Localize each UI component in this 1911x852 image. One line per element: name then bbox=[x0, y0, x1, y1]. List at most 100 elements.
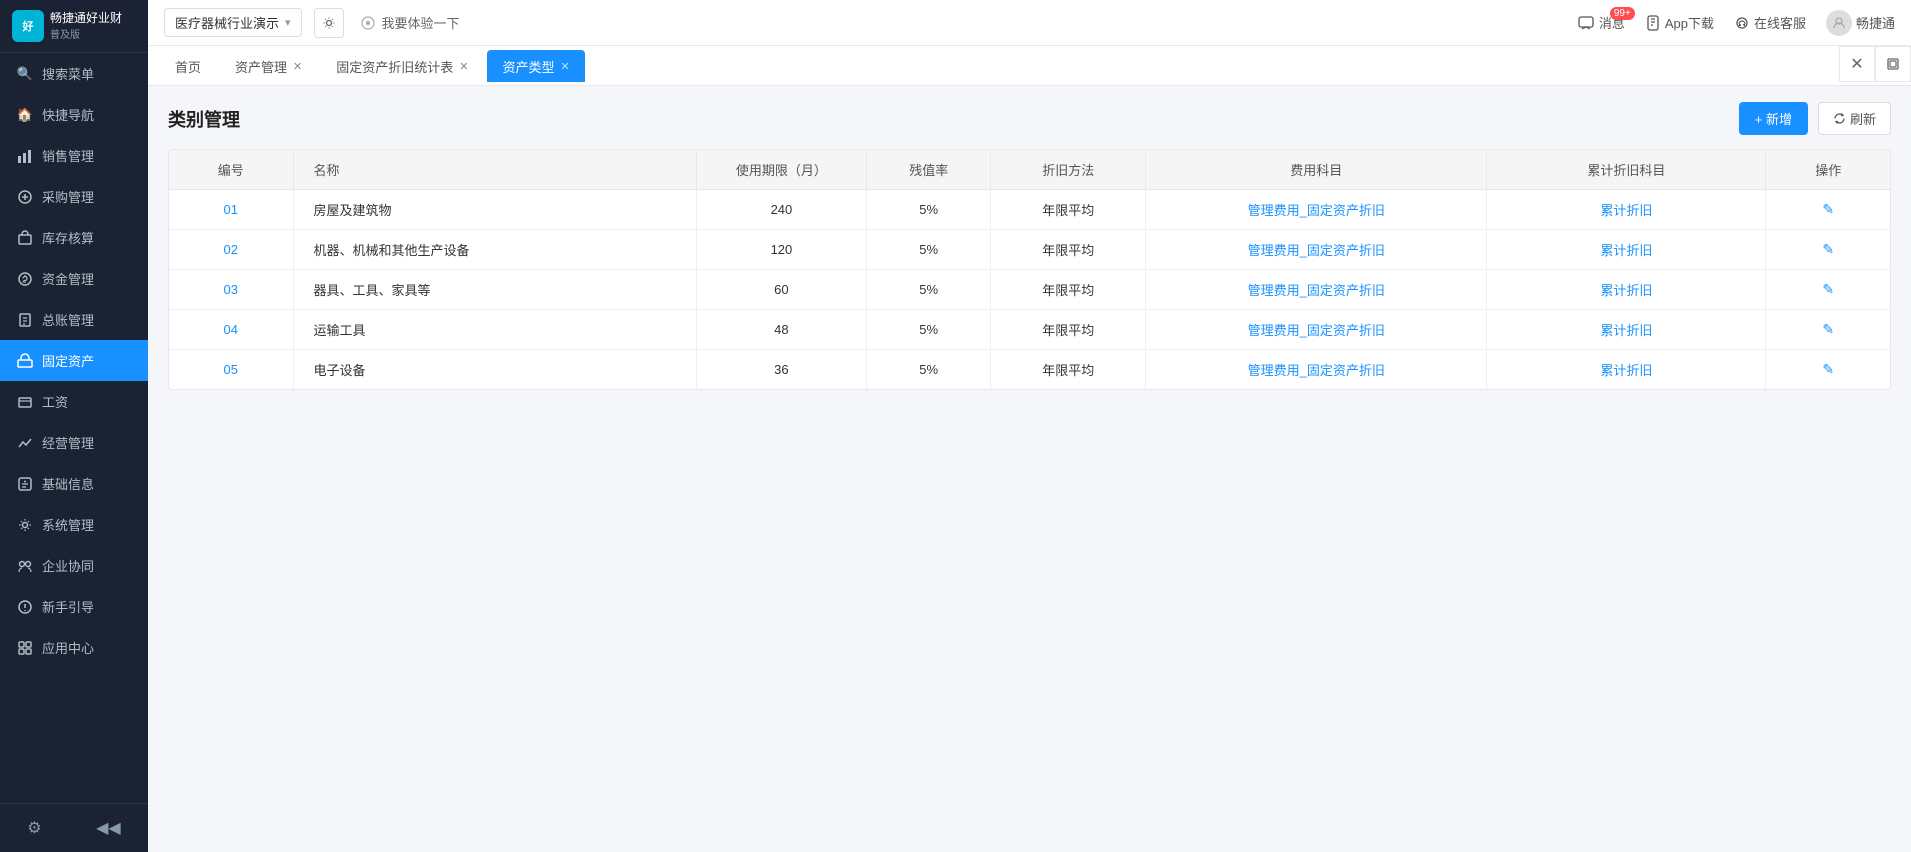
header-actions: + 新增 刷新 bbox=[1739, 102, 1891, 135]
user-btn[interactable]: 畅捷通 bbox=[1826, 10, 1895, 36]
payroll-icon bbox=[16, 393, 34, 411]
basic-info-icon bbox=[16, 475, 34, 493]
cell-duration: 120 bbox=[696, 230, 867, 270]
sidebar-item-label: 销售管理 bbox=[42, 146, 94, 165]
maximize-window-btn[interactable] bbox=[1875, 46, 1911, 82]
cell-code: 03 bbox=[169, 270, 293, 310]
cell-expense: 管理费用_固定资产折旧 bbox=[1146, 310, 1487, 350]
messages-btn[interactable]: 消息 99+ bbox=[1577, 13, 1625, 32]
sidebar-item-label: 总账管理 bbox=[42, 310, 94, 329]
cell-residual: 5% bbox=[867, 310, 991, 350]
tab-asset-type[interactable]: 资产类型 ✕ bbox=[487, 50, 584, 82]
tab-asset-mgmt[interactable]: 资产管理 ✕ bbox=[220, 50, 317, 82]
sidebar-item-guide[interactable]: 新手引导 bbox=[0, 586, 148, 627]
sidebar-item-label: 搜索菜单 bbox=[42, 64, 94, 83]
sidebar-item-ops[interactable]: 经营管理 bbox=[0, 422, 148, 463]
cell-action: ✎ bbox=[1766, 350, 1890, 390]
experience-btn[interactable]: 我要体验一下 bbox=[360, 13, 460, 32]
tab-depreciation-label: 固定资产折旧统计表 bbox=[336, 57, 453, 76]
online-service-btn[interactable]: 在线客服 bbox=[1734, 13, 1806, 32]
cell-accumulated: 累计折旧 bbox=[1487, 310, 1766, 350]
table-row: 04 运输工具 48 5% 年限平均 管理费用_固定资产折旧 累计折旧 ✎ bbox=[169, 310, 1890, 350]
col-accumulated: 累计折旧科目 bbox=[1487, 150, 1766, 190]
edit-icon[interactable]: ✎ bbox=[1822, 281, 1834, 297]
sales-icon bbox=[16, 147, 34, 165]
sidebar-menu: 🔍 搜索菜单 🏠 快捷导航 销售管理 采购管理 库存核算 bbox=[0, 53, 148, 803]
cell-action: ✎ bbox=[1766, 190, 1890, 230]
sidebar: 好 畅捷通好业财 普及版 🔍 搜索菜单 🏠 快捷导航 销售管理 采购管理 bbox=[0, 0, 148, 852]
tab-asset-mgmt-label: 资产管理 bbox=[235, 57, 287, 76]
table-header-row: 编号 名称 使用期限（月） 残值率 折旧方法 费用科目 累计折旧科目 操作 bbox=[169, 150, 1890, 190]
edit-icon[interactable]: ✎ bbox=[1822, 321, 1834, 337]
cell-expense: 管理费用_固定资产折旧 bbox=[1146, 350, 1487, 390]
sidebar-item-sales[interactable]: 销售管理 bbox=[0, 135, 148, 176]
sidebar-item-finance[interactable]: 资金管理 bbox=[0, 258, 148, 299]
cell-accumulated: 累计折旧 bbox=[1487, 190, 1766, 230]
page-header: 类别管理 + 新增 刷新 bbox=[168, 102, 1891, 135]
content-area: 类别管理 + 新增 刷新 编号 名称 使用期限（月） 残值率 折旧方法 bbox=[148, 86, 1911, 852]
cell-name: 器具、工具、家具等 bbox=[293, 270, 696, 310]
app-selector[interactable]: 医疗器械行业演示 ▾ bbox=[164, 8, 302, 37]
sidebar-item-inventory[interactable]: 库存核算 bbox=[0, 217, 148, 258]
cooperation-icon bbox=[16, 557, 34, 575]
category-table: 编号 名称 使用期限（月） 残值率 折旧方法 费用科目 累计折旧科目 操作 01 bbox=[168, 149, 1891, 390]
ops-icon bbox=[16, 434, 34, 452]
sidebar-item-basic-info[interactable]: 基础信息 bbox=[0, 463, 148, 504]
finance-icon bbox=[16, 270, 34, 288]
online-service-label: 在线客服 bbox=[1754, 13, 1806, 32]
cell-duration: 36 bbox=[696, 350, 867, 390]
tab-close-icon[interactable]: ✕ bbox=[561, 60, 570, 73]
cell-code: 04 bbox=[169, 310, 293, 350]
edit-icon[interactable]: ✎ bbox=[1822, 241, 1834, 257]
cell-duration: 240 bbox=[696, 190, 867, 230]
cell-method: 年限平均 bbox=[991, 190, 1146, 230]
tab-asset-type-label: 资产类型 bbox=[502, 57, 554, 76]
avatar bbox=[1826, 10, 1852, 36]
cell-expense: 管理费用_固定资产折旧 bbox=[1146, 230, 1487, 270]
fixed-assets-icon bbox=[16, 352, 34, 370]
sidebar-item-ledger[interactable]: 总账管理 bbox=[0, 299, 148, 340]
sidebar-item-cooperation[interactable]: 企业协同 bbox=[0, 545, 148, 586]
col-action: 操作 bbox=[1766, 150, 1890, 190]
cell-accumulated: 累计折旧 bbox=[1487, 230, 1766, 270]
topbar: 医疗器械行业演示 ▾ 我要体验一下 消息 99+ App下载 在线客服 bbox=[148, 0, 1911, 46]
sidebar-item-purchase[interactable]: 采购管理 bbox=[0, 176, 148, 217]
tab-close-icon[interactable]: ✕ bbox=[459, 60, 468, 73]
table-row: 01 房屋及建筑物 240 5% 年限平均 管理费用_固定资产折旧 累计折旧 ✎ bbox=[169, 190, 1890, 230]
col-method: 折旧方法 bbox=[991, 150, 1146, 190]
tab-close-icon[interactable]: ✕ bbox=[293, 60, 302, 73]
new-button[interactable]: + 新增 bbox=[1739, 102, 1808, 135]
cell-code: 01 bbox=[169, 190, 293, 230]
refresh-button[interactable]: 刷新 bbox=[1818, 102, 1891, 135]
sidebar-settings-btn[interactable]: ⚙ bbox=[21, 812, 47, 844]
edit-icon[interactable]: ✎ bbox=[1822, 201, 1834, 217]
sidebar-item-label: 企业协同 bbox=[42, 556, 94, 575]
sidebar-item-app-center[interactable]: 应用中心 bbox=[0, 627, 148, 668]
sidebar-item-search[interactable]: 🔍 搜索菜单 bbox=[0, 53, 148, 94]
sidebar-item-label: 应用中心 bbox=[42, 638, 94, 657]
sidebar-item-payroll[interactable]: 工资 bbox=[0, 381, 148, 422]
sidebar-item-label: 快捷导航 bbox=[42, 105, 94, 124]
sidebar-item-system[interactable]: 系统管理 bbox=[0, 504, 148, 545]
cell-action: ✎ bbox=[1766, 270, 1890, 310]
topbar-right: 消息 99+ App下载 在线客服 畅捷通 bbox=[1577, 10, 1895, 36]
col-code: 编号 bbox=[169, 150, 293, 190]
edit-icon[interactable]: ✎ bbox=[1822, 361, 1834, 377]
tab-home[interactable]: 首页 bbox=[160, 50, 216, 82]
messages-badge: 99+ bbox=[1610, 7, 1635, 20]
sidebar-item-quick-nav[interactable]: 🏠 快捷导航 bbox=[0, 94, 148, 135]
cell-expense: 管理费用_固定资产折旧 bbox=[1146, 190, 1487, 230]
col-name: 名称 bbox=[293, 150, 696, 190]
close-window-btn[interactable]: ✕ bbox=[1839, 46, 1875, 82]
app-download-btn[interactable]: App下载 bbox=[1645, 13, 1714, 32]
sidebar-collapse-btn[interactable]: ◀◀ bbox=[90, 812, 127, 844]
chevron-down-icon: ▾ bbox=[285, 16, 291, 29]
sidebar-item-fixed-assets[interactable]: 固定资产 bbox=[0, 340, 148, 381]
cell-name: 机器、机械和其他生产设备 bbox=[293, 230, 696, 270]
tabbar: 首页 资产管理 ✕ 固定资产折旧统计表 ✕ 资产类型 ✕ ✕ bbox=[148, 46, 1911, 86]
tab-depreciation[interactable]: 固定资产折旧统计表 ✕ bbox=[321, 50, 483, 82]
sidebar-item-label: 基础信息 bbox=[42, 474, 94, 493]
cell-residual: 5% bbox=[867, 350, 991, 390]
topbar-settings-btn[interactable] bbox=[314, 8, 344, 38]
table-row: 05 电子设备 36 5% 年限平均 管理费用_固定资产折旧 累计折旧 ✎ bbox=[169, 350, 1890, 390]
